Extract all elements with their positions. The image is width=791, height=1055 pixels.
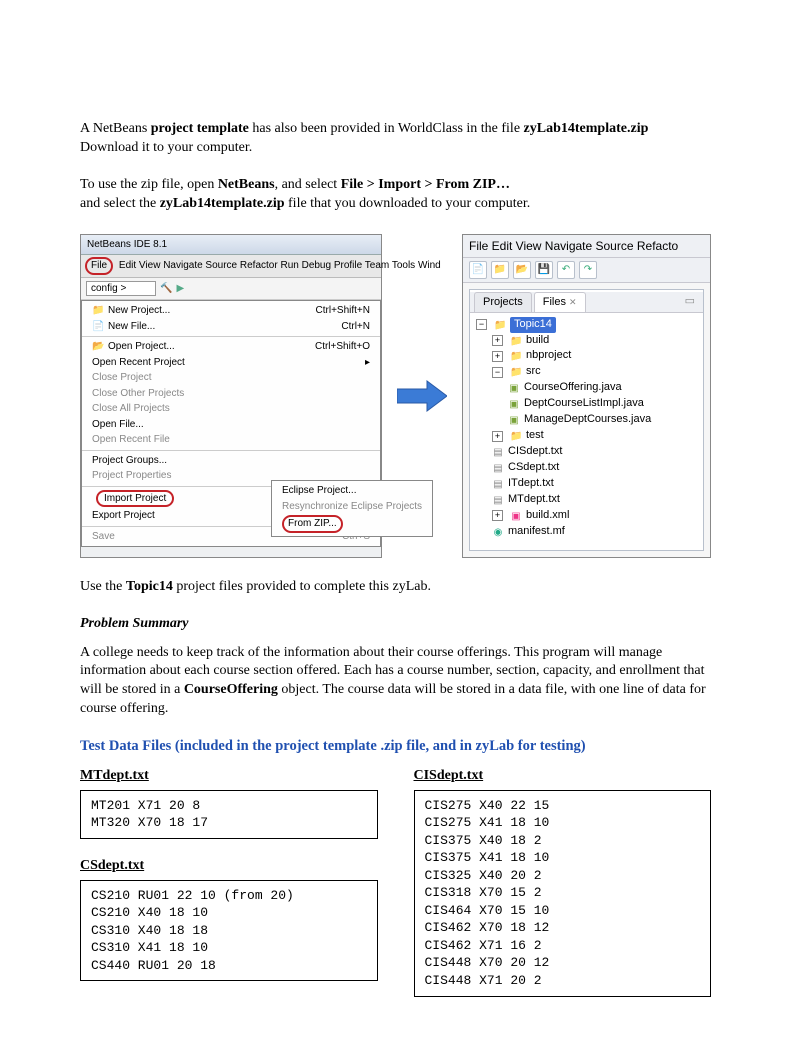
- menu-close-other-projects[interactable]: Close Other Projects: [82, 386, 380, 402]
- nb-titlebar: NetBeans IDE 8.1: [81, 235, 381, 256]
- tree-txt-file[interactable]: ▤ITdept.txt: [476, 476, 697, 492]
- java-file-icon: ▣: [508, 382, 520, 394]
- emph-zip-name: zyLab14template.zip: [524, 121, 649, 136]
- open-project-icon: 📂: [92, 340, 104, 354]
- toggle-icon[interactable]: +: [492, 351, 503, 362]
- toggle-icon[interactable]: −: [492, 367, 503, 378]
- tb-save-all-icon[interactable]: 💾: [535, 261, 553, 279]
- toggle-icon[interactable]: −: [476, 319, 487, 330]
- toggle-icon[interactable]: +: [492, 510, 503, 521]
- tree-txt-file[interactable]: ▤CISdept.txt: [476, 444, 697, 460]
- text-file-icon: ▤: [492, 446, 504, 458]
- import-project-circled: Import Project: [96, 490, 174, 508]
- tree-manifest[interactable]: ◉manifest.mf: [476, 524, 697, 540]
- tree-txt-file[interactable]: ▤MTdept.txt: [476, 492, 697, 508]
- toggle-icon[interactable]: +: [492, 335, 503, 346]
- csdept-box: CS210 RU01 22 10 (from 20) CS210 X40 18 …: [80, 880, 378, 982]
- tree-build-xml[interactable]: +▣build.xml: [476, 508, 697, 524]
- csdept-title: CSdept.txt: [80, 857, 378, 876]
- left-files-col: MTdept.txt MT201 X71 20 8 MT320 X70 18 1…: [80, 767, 378, 1015]
- menu-new-project[interactable]: 📁New Project... Ctrl+Shift+N: [82, 303, 380, 319]
- intro-p2: To use the zip file, open NetBeans, and …: [80, 176, 711, 214]
- text-file-icon: ▤: [492, 462, 504, 474]
- tree-root[interactable]: −📁Topic14: [476, 317, 697, 333]
- menu-project-groups[interactable]: Project Groups...: [82, 453, 380, 469]
- file-tree: −📁Topic14 +📁build +📁nbproject −📁src ▣Cou…: [470, 313, 703, 544]
- tb-undo-icon[interactable]: ↶: [557, 261, 575, 279]
- right-arrow-icon: [397, 379, 447, 413]
- tree-nbproject[interactable]: +📁nbproject: [476, 348, 697, 364]
- screenshots-row: NetBeans IDE 8.1 File Edit View Navigate…: [80, 234, 711, 558]
- run-icon[interactable]: ▶: [176, 282, 184, 296]
- tab-files[interactable]: Files ✕: [534, 292, 586, 312]
- hammer-icon[interactable]: 🔨: [160, 282, 172, 296]
- config-dropdown[interactable]: config >: [86, 281, 156, 297]
- toggle-icon[interactable]: +: [492, 431, 503, 442]
- new-project-icon: 📁: [92, 304, 104, 318]
- java-file-icon: ▣: [508, 398, 520, 410]
- folder-icon: 📁: [494, 319, 506, 331]
- use-topic14-line: Use the Topic14 project files provided t…: [80, 578, 711, 597]
- problem-summary-body: A college needs to keep track of the inf…: [80, 644, 711, 720]
- java-file-icon: ▣: [508, 414, 520, 426]
- nb2-menubar: File Edit View Navigate Source Refacto: [463, 235, 710, 258]
- tree-test[interactable]: +📁test: [476, 428, 697, 444]
- text-file-icon: ▤: [492, 494, 504, 506]
- submenu-from-zip-row[interactable]: From ZIP...: [272, 514, 432, 534]
- netbeans-files-tree-screenshot: File Edit View Navigate Source Refacto 📄…: [462, 234, 711, 558]
- submenu-resync[interactable]: Resynchronize Eclipse Projects: [272, 499, 432, 515]
- right-files-col: CISdept.txt CIS275 X40 22 15 CIS275 X41 …: [414, 767, 712, 1015]
- folder-icon: 📁: [510, 430, 522, 442]
- nb-toolbar: config > 🔨 ▶: [81, 278, 381, 301]
- menu-open-project[interactable]: 📂Open Project... Ctrl+Shift+O: [82, 339, 380, 355]
- tree-txt-file[interactable]: ▤CSdept.txt: [476, 460, 697, 476]
- tree-src-file[interactable]: ▣CourseOffering.java: [476, 380, 697, 396]
- tree-src-file[interactable]: ▣DeptCourseListImpl.java: [476, 396, 697, 412]
- folder-icon: 📁: [510, 335, 522, 347]
- pane-minimize-icon[interactable]: ▭: [681, 292, 699, 312]
- tb-open-icon[interactable]: 📂: [513, 261, 531, 279]
- folder-icon: 📁: [510, 366, 522, 378]
- tb-new-project-icon[interactable]: 📁: [491, 261, 509, 279]
- files-pane: Projects Files ✕ ▭ −📁Topic14 +📁build +📁n…: [469, 289, 704, 551]
- tb-new-file-icon[interactable]: 📄: [469, 261, 487, 279]
- menu-file-circled[interactable]: File: [85, 257, 113, 275]
- tree-src[interactable]: −📁src: [476, 364, 697, 380]
- menu-open-recent-file[interactable]: Open Recent File: [82, 432, 380, 448]
- tab-projects[interactable]: Projects: [474, 292, 532, 312]
- from-zip-circled: From ZIP...: [282, 515, 343, 533]
- tb-redo-icon[interactable]: ↷: [579, 261, 597, 279]
- folder-icon: 📁: [510, 350, 522, 362]
- menu-new-file[interactable]: 📄New File... Ctrl+N: [82, 319, 380, 335]
- import-submenu: Eclipse Project... Resynchronize Eclipse…: [271, 480, 433, 537]
- cisdept-box: CIS275 X40 22 15 CIS275 X41 18 10 CIS375…: [414, 790, 712, 997]
- xml-file-icon: ▣: [510, 510, 522, 522]
- test-data-heading: Test Data Files (included in the project…: [80, 737, 711, 757]
- cisdept-title: CISdept.txt: [414, 767, 712, 786]
- mtdept-box: MT201 X71 20 8 MT320 X70 18 17: [80, 790, 378, 839]
- intro-p1: A NetBeans project template has also bee…: [80, 120, 711, 158]
- new-file-icon: 📄: [92, 320, 104, 334]
- menu-close-all-projects[interactable]: Close All Projects: [82, 401, 380, 417]
- files-row: MTdept.txt MT201 X71 20 8 MT320 X70 18 1…: [80, 767, 711, 1015]
- netbeans-file-menu-screenshot: NetBeans IDE 8.1 File Edit View Navigate…: [80, 234, 382, 558]
- pane-tabs: Projects Files ✕ ▭: [470, 292, 703, 313]
- text-file-icon: ▤: [492, 478, 504, 490]
- emph-project-template: project template: [151, 121, 249, 136]
- nb-menubar: File Edit View Navigate Source Refactor …: [81, 255, 381, 278]
- submenu-eclipse-project[interactable]: Eclipse Project...: [272, 483, 432, 499]
- menu-open-file[interactable]: Open File...: [82, 417, 380, 433]
- problem-summary-heading: Problem Summary: [80, 615, 711, 634]
- tree-build[interactable]: +📁build: [476, 333, 697, 349]
- tree-src-file[interactable]: ▣ManageDeptCourses.java: [476, 412, 697, 428]
- menu-close-project[interactable]: Close Project: [82, 370, 380, 386]
- mf-file-icon: ◉: [492, 526, 504, 538]
- nb2-toolbar: 📄 📁 📂 💾 ↶ ↷: [463, 258, 710, 283]
- mtdept-title: MTdept.txt: [80, 767, 378, 786]
- menu-open-recent-project[interactable]: Open Recent Project▸: [82, 355, 380, 371]
- tab-close-icon[interactable]: ✕: [569, 297, 577, 307]
